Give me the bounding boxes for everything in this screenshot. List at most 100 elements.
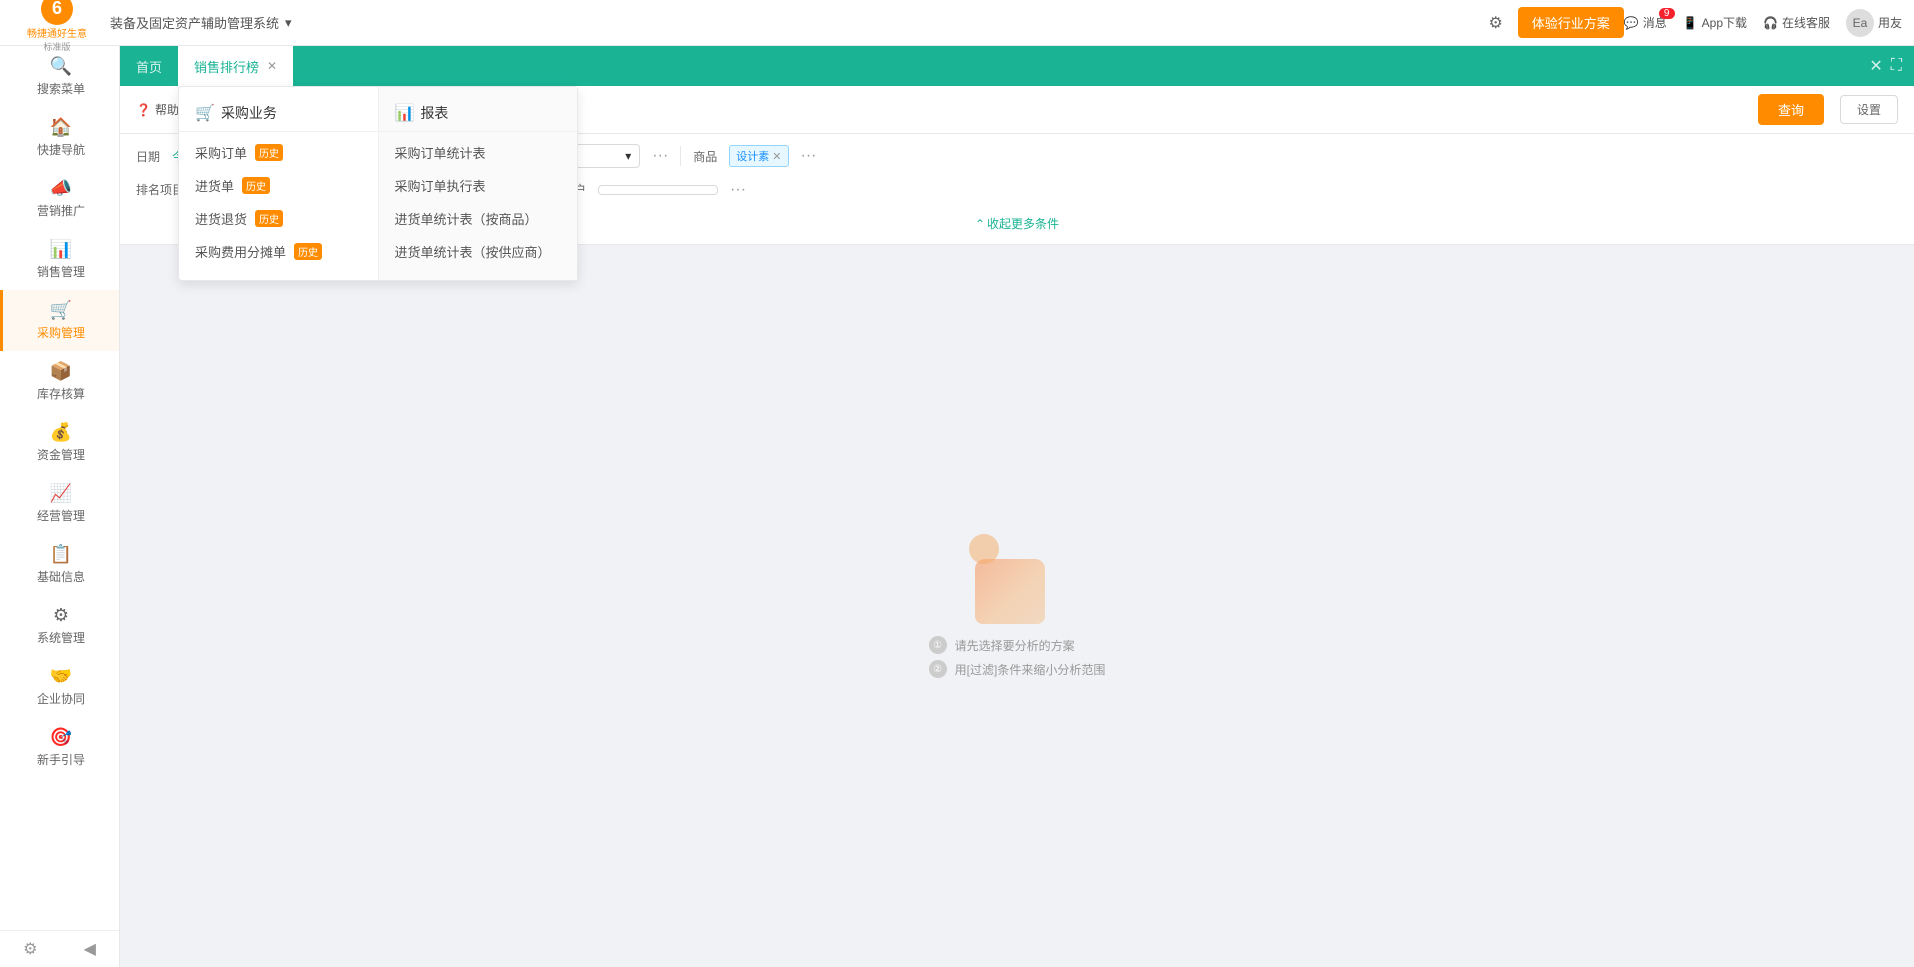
avatar: Ea	[1846, 9, 1874, 37]
main-content: ① 请先选择要分析的方案 ② 用[过滤]条件来缩小分析范围	[120, 245, 1914, 967]
dropdown-col2-title: 📊 报表	[379, 99, 578, 132]
collapse-button[interactable]: ⌃ 收起更多条件	[975, 215, 1059, 232]
sidebar-item-label: 库存核算	[37, 385, 85, 402]
help-button[interactable]: ❓ 帮助	[136, 101, 179, 118]
sidebar-item-label: 资金管理	[37, 446, 85, 463]
system-title: 装备及固定资产辅助管理系统 ▾	[110, 13, 1482, 32]
online-service-button[interactable]: 🎧 在线客服	[1763, 14, 1830, 31]
gear-button[interactable]: ⚙	[1482, 9, 1510, 37]
goods-tag-remove[interactable]: ✕	[772, 150, 781, 163]
sidebar-item-label: 经营管理	[37, 507, 85, 524]
sidebar-item-quicknav[interactable]: 🏠 快捷导航	[0, 107, 119, 168]
inventory-icon: 📦	[50, 361, 72, 382]
dropdown-item-return-label: 进货退货	[195, 209, 247, 228]
app-download-button[interactable]: 📱 App下载	[1683, 14, 1747, 31]
basic-icon: 📋	[50, 544, 72, 565]
sidebar-collapse-icon[interactable]: ◀	[84, 939, 96, 959]
tab-home[interactable]: 首页	[120, 46, 178, 86]
sidebar-item-basic[interactable]: 📋 基础信息	[0, 534, 119, 595]
dropdown-item-receipt-goods[interactable]: 进货单统计表（按商品）	[379, 202, 578, 235]
dropdown-item-receipt[interactable]: 进货单 历史	[179, 169, 378, 202]
tab-close-icon[interactable]: ✕	[267, 59, 277, 73]
sidebar-menu: 🔍 搜索菜单 🏠 快捷导航 📣 营销推广 📊 销售管理 🛒 采购管	[0, 46, 119, 930]
tab-bar: 首页 销售排行榜 ✕ 🛒 采购业务 采	[120, 46, 1914, 86]
sidebar-item-inventory[interactable]: 📦 库存核算	[0, 351, 119, 412]
main-area: 🔍 搜索菜单 🏠 快捷导航 📣 营销推广 📊 销售管理 🛒 采购管	[0, 46, 1914, 967]
sidebar-item-enterprise[interactable]: 🤝 企业协同	[0, 656, 119, 717]
tab-fullscreen-icon[interactable]: ⛶	[1891, 57, 1902, 75]
sidebar-item-label: 搜索菜单	[37, 80, 85, 97]
sidebar-item-label: 新手引导	[37, 751, 85, 768]
bill-status-ellipsis[interactable]: ···	[652, 147, 668, 165]
message-icon: 💬	[1624, 16, 1639, 30]
goods-ellipsis[interactable]: ···	[801, 147, 817, 165]
sidebar-bottom: ⚙ ◀	[0, 930, 119, 967]
industry-button[interactable]: 体验行业方案	[1518, 7, 1624, 38]
step-num-1: ①	[929, 636, 947, 654]
dropdown-item-receipt-goods-label: 进货单统计表（按商品）	[395, 209, 538, 228]
dropdown-item-receipt-supplier-label: 进货单统计表（按供应商）	[395, 242, 551, 261]
system-dropdown-arrow[interactable]: ▾	[285, 15, 292, 31]
marketing-icon: 📣	[50, 178, 72, 199]
sidebar-item-operations[interactable]: 📈 经营管理	[0, 473, 119, 534]
dropdown-item-po-label: 采购订单	[195, 143, 247, 162]
sidebar-item-label: 系统管理	[37, 629, 85, 646]
settings-button[interactable]: 设置	[1840, 95, 1898, 124]
sidebar-item-system[interactable]: ⚙ 系统管理	[0, 595, 119, 656]
customer-ellipsis[interactable]: ···	[730, 181, 746, 199]
message-button[interactable]: 💬 消息 9	[1624, 14, 1667, 31]
finance-icon: 💰	[50, 422, 72, 443]
online-service-label: 在线客服	[1782, 14, 1830, 31]
dropdown-col2-title-text: 报表	[420, 103, 448, 123]
customer-select[interactable]	[598, 185, 718, 195]
query-button[interactable]: 查询	[1758, 94, 1824, 125]
user-label: 用友	[1878, 14, 1902, 31]
system-title-text: 装备及固定资产辅助管理系统	[110, 13, 279, 32]
goods-label: 商品	[693, 148, 717, 165]
empty-state: ① 请先选择要分析的方案 ② 用[过滤]条件来缩小分析范围	[929, 534, 1106, 678]
dropdown-item-po-exec-label: 采购订单执行表	[395, 176, 486, 195]
content-area: 首页 销售排行榜 ✕ 🛒 采购业务 采	[120, 46, 1914, 967]
logo-icon: 6	[41, 0, 73, 25]
sidebar-item-sales[interactable]: 📊 销售管理	[0, 229, 119, 290]
top-right: 💬 消息 9 📱 App下载 🎧 在线客服 Ea 用友	[1624, 9, 1902, 37]
dropdown-col-report: 📊 报表 采购订单统计表 采购订单执行表 进货单统计表（按商品）	[378, 87, 578, 280]
empty-step-1: ① 请先选择要分析的方案	[929, 636, 1106, 654]
sidebar-item-guide[interactable]: 🎯 新手引导	[0, 717, 119, 778]
dropdown-item-po[interactable]: 采购订单 历史	[179, 136, 378, 169]
dropdown-item-po-exec[interactable]: 采购订单执行表	[379, 169, 578, 202]
dropdown-item-po-stat[interactable]: 采购订单统计表	[379, 136, 578, 169]
empty-step-2: ② 用[过滤]条件来缩小分析范围	[929, 660, 1106, 678]
filter-divider2	[680, 146, 681, 166]
tab-close-all-icon[interactable]: ✕	[1869, 56, 1882, 76]
dropdown-item-expense-label: 采购费用分摊单	[195, 242, 286, 261]
sidebar-settings-icon[interactable]: ⚙	[23, 939, 37, 959]
goods-tag: 设计素 ✕	[729, 145, 788, 167]
goods-tag-text: 设计素	[736, 148, 769, 164]
history-badge: 历史	[255, 210, 283, 227]
date-filter-label: 日期	[136, 148, 160, 165]
tab-sales-rank[interactable]: 销售排行榜 ✕ 🛒 采购业务 采购订单 历史	[178, 46, 293, 86]
enterprise-icon: 🤝	[50, 666, 72, 687]
app-container: 6 畅捷通好生意 标准版 装备及固定资产辅助管理系统 ▾ ⚙ 体验行业方案 💬 …	[0, 0, 1914, 967]
user-button[interactable]: Ea 用友	[1846, 9, 1902, 37]
purchase-dropdown-menu: 🛒 采购业务 采购订单 历史 进货单 历史	[178, 86, 578, 281]
dropdown-item-receipt-supplier[interactable]: 进货单统计表（按供应商）	[379, 235, 578, 268]
home-icon: 🏠	[50, 117, 72, 138]
sidebar-item-label: 基础信息	[37, 568, 85, 585]
step-2-text: 用[过滤]条件来缩小分析范围	[955, 661, 1106, 678]
message-badge: 9	[1659, 8, 1675, 19]
sidebar-item-purchase[interactable]: 🛒 采购管理	[0, 290, 119, 351]
app-download-label: App下载	[1702, 14, 1747, 31]
operations-icon: 📈	[50, 483, 72, 504]
sidebar-item-label: 营销推广	[37, 202, 85, 219]
sidebar: 🔍 搜索菜单 🏠 快捷导航 📣 营销推广 📊 销售管理 🛒 采购管	[0, 46, 120, 967]
step-1-text: 请先选择要分析的方案	[955, 637, 1075, 654]
sidebar-item-finance[interactable]: 💰 资金管理	[0, 412, 119, 473]
dropdown-item-return[interactable]: 进货退货 历史	[179, 202, 378, 235]
sidebar-item-search[interactable]: 🔍 搜索菜单	[0, 46, 119, 107]
dropdown-col1-title: 🛒 采购业务	[179, 99, 378, 132]
history-badge: 历史	[242, 177, 270, 194]
sidebar-item-marketing[interactable]: 📣 营销推广	[0, 168, 119, 229]
dropdown-item-expense[interactable]: 采购费用分摊单 历史	[179, 235, 378, 268]
